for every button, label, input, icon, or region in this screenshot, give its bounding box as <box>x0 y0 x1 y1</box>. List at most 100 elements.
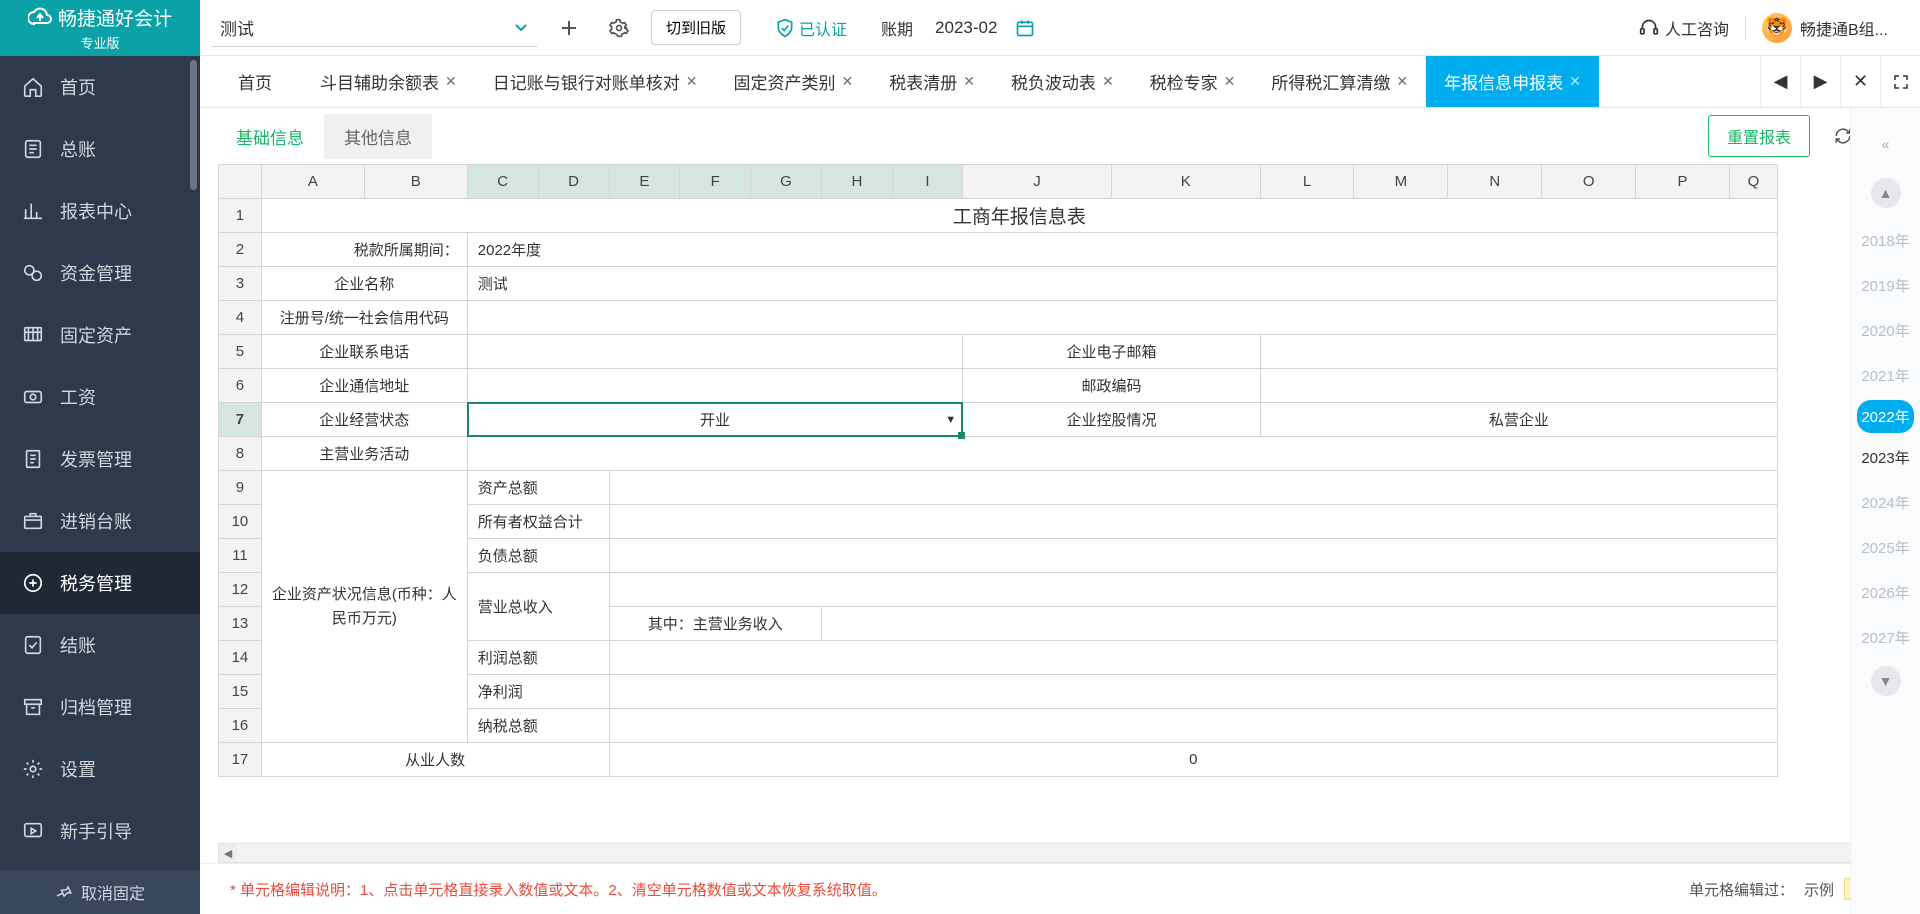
row-head-9[interactable]: 9 <box>219 471 262 505</box>
col-head-P[interactable]: P <box>1636 165 1730 199</box>
reset-report-button[interactable]: 重置报表 <box>1708 115 1810 157</box>
cell-netprofit-label[interactable]: 净利润 <box>467 675 609 709</box>
row-head-2[interactable]: 2 <box>219 233 262 267</box>
cell-tax-value[interactable] <box>609 709 1778 743</box>
cell-equity-value[interactable] <box>609 505 1778 539</box>
row-head-4[interactable]: 4 <box>219 301 262 335</box>
year-option[interactable]: 2025年 <box>1851 525 1920 570</box>
switch-old-version-button[interactable]: 切到旧版 <box>651 10 741 45</box>
cell-main-revenue-value[interactable] <box>821 607 1777 641</box>
cell-mainbiz-value[interactable] <box>467 437 1777 471</box>
tabs-close-button[interactable]: ✕ <box>1840 56 1880 107</box>
col-head-N[interactable]: N <box>1448 165 1542 199</box>
user-menu[interactable]: 🐯 畅捷通B组... <box>1762 13 1888 43</box>
row-head-5[interactable]: 5 <box>219 335 262 369</box>
spreadsheet[interactable]: ABCDEFGHIJKLMNOPQ1工商年报信息表2税款所属期间：2022年度3… <box>200 164 1920 841</box>
cell-liability-value[interactable] <box>609 539 1778 573</box>
cell-email-label[interactable]: 企业电子邮箱 <box>963 335 1261 369</box>
company-selector[interactable]: 测试 <box>212 9 537 47</box>
sidebar-item-fund[interactable]: 资金管理 <box>0 242 200 304</box>
year-option[interactable]: 2027年 <box>1851 615 1920 660</box>
sidebar-item-report[interactable]: 报表中心 <box>0 180 200 242</box>
year-rail-up[interactable]: ▲ <box>1871 178 1901 208</box>
col-head-I[interactable]: I <box>892 165 962 199</box>
cell-phone-value[interactable] <box>467 335 962 369</box>
tab-3[interactable]: 固定资产类别 ✕ <box>715 56 871 107</box>
cell-address-value[interactable] <box>467 369 962 403</box>
cell-period-value[interactable]: 2022年度 <box>467 233 1777 267</box>
cell-status-value[interactable]: 开业▼ <box>467 403 962 437</box>
year-option[interactable]: 2021年 <box>1851 353 1920 398</box>
cell-main-revenue-label[interactable]: 其中：主营业务收入 <box>609 607 821 641</box>
sidebar-item-archive[interactable]: 归档管理 <box>0 676 200 738</box>
dropdown-arrow-icon[interactable]: ▼ <box>945 414 956 426</box>
year-option[interactable]: 2026年 <box>1851 570 1920 615</box>
col-head-G[interactable]: G <box>751 165 822 199</box>
sheet-horizontal-scrollbar[interactable]: ◀ ▶ <box>218 843 1894 863</box>
tab-close-icon[interactable]: ✕ <box>1224 73 1236 90</box>
tab-0[interactable]: 首页 <box>200 56 302 107</box>
cell-netprofit-value[interactable] <box>609 675 1778 709</box>
row-head-8[interactable]: 8 <box>219 437 262 471</box>
cell-holding-value[interactable]: 私营企业 <box>1260 403 1777 437</box>
subtab-other-info[interactable]: 其他信息 <box>324 114 432 159</box>
col-head-H[interactable]: H <box>821 165 892 199</box>
sidebar-item-salary[interactable]: 工资 <box>0 366 200 428</box>
customer-service-button[interactable]: 人工咨询 <box>1639 16 1729 40</box>
cell-holding-label[interactable]: 企业控股情况 <box>963 403 1261 437</box>
tab-4[interactable]: 税表清册 ✕ <box>871 56 993 107</box>
year-option[interactable]: 2024年 <box>1851 480 1920 525</box>
tab-8[interactable]: 年报信息申报表 ✕ <box>1426 56 1599 107</box>
cell-revenue-label[interactable]: 营业总收入 <box>467 573 609 641</box>
year-option[interactable]: 2022年 <box>1857 400 1914 433</box>
cell-status-label[interactable]: 企业经营状态 <box>261 403 467 437</box>
tab-close-icon[interactable]: ✕ <box>963 73 975 90</box>
row-head-13[interactable]: 13 <box>219 607 262 641</box>
sidebar-item-guide[interactable]: 新手引导 <box>0 800 200 862</box>
sidebar-item-invoice[interactable]: 发票管理 <box>0 428 200 490</box>
sidebar-item-asset[interactable]: 固定资产 <box>0 304 200 366</box>
col-head-B[interactable]: B <box>364 165 467 199</box>
scroll-left-button[interactable]: ◀ <box>219 844 237 862</box>
sidebar-item-close-book[interactable]: 结账 <box>0 614 200 676</box>
cell-total-assets-value[interactable] <box>609 471 1778 505</box>
cell-profit-label[interactable]: 利润总额 <box>467 641 609 675</box>
cell-regno-value[interactable] <box>467 301 1777 335</box>
row-head-7[interactable]: 7 <box>219 403 262 437</box>
cell-mainbiz-label[interactable]: 主营业务活动 <box>261 437 467 471</box>
cell-revenue-value[interactable] <box>609 573 1778 607</box>
cell-phone-label[interactable]: 企业联系电话 <box>261 335 467 369</box>
tab-close-icon[interactable]: ✕ <box>1102 73 1114 90</box>
settings-top-button[interactable] <box>601 10 637 46</box>
row-head-16[interactable]: 16 <box>219 709 262 743</box>
year-rail-expand[interactable]: « <box>1874 114 1898 174</box>
col-head-L[interactable]: L <box>1260 165 1354 199</box>
tab-2[interactable]: 日记账与银行对账单核对 ✕ <box>475 56 716 107</box>
sidebar-item-inventory[interactable]: 进销台账 <box>0 490 200 552</box>
row-head-15[interactable]: 15 <box>219 675 262 709</box>
year-option[interactable]: 2020年 <box>1851 308 1920 353</box>
year-option[interactable]: 2019年 <box>1851 263 1920 308</box>
col-head-Q[interactable]: Q <box>1729 165 1777 199</box>
cell-postcode-label[interactable]: 邮政编码 <box>963 369 1261 403</box>
tabs-next-button[interactable]: ▶ <box>1800 56 1840 107</box>
tab-6[interactable]: 税检专家 ✕ <box>1132 56 1254 107</box>
sheet-corner[interactable] <box>219 165 262 199</box>
tab-1[interactable]: 斗目辅助余额表 ✕ <box>302 56 475 107</box>
cell-profit-value[interactable] <box>609 641 1778 675</box>
cell-employees-value[interactable]: 0 <box>609 743 1778 777</box>
tab-close-icon[interactable]: ✕ <box>841 73 853 90</box>
cell-company-label[interactable]: 企业名称 <box>261 267 467 301</box>
cell-equity-label[interactable]: 所有者权益合计 <box>467 505 609 539</box>
add-button[interactable] <box>551 10 587 46</box>
cell-employees-label[interactable]: 从业人数 <box>261 743 609 777</box>
col-head-A[interactable]: A <box>261 165 364 199</box>
cell-postcode-value[interactable] <box>1260 369 1777 403</box>
sidebar-scrollbar[interactable] <box>190 60 197 190</box>
tab-5[interactable]: 税负波动表 ✕ <box>993 56 1132 107</box>
cell-tax-label[interactable]: 纳税总额 <box>467 709 609 743</box>
period-value[interactable]: 2023-02 <box>935 18 997 38</box>
year-option[interactable]: 2018年 <box>1851 218 1920 263</box>
sidebar-item-home[interactable]: 首页 <box>0 56 200 118</box>
tab-close-icon[interactable]: ✕ <box>686 73 698 90</box>
